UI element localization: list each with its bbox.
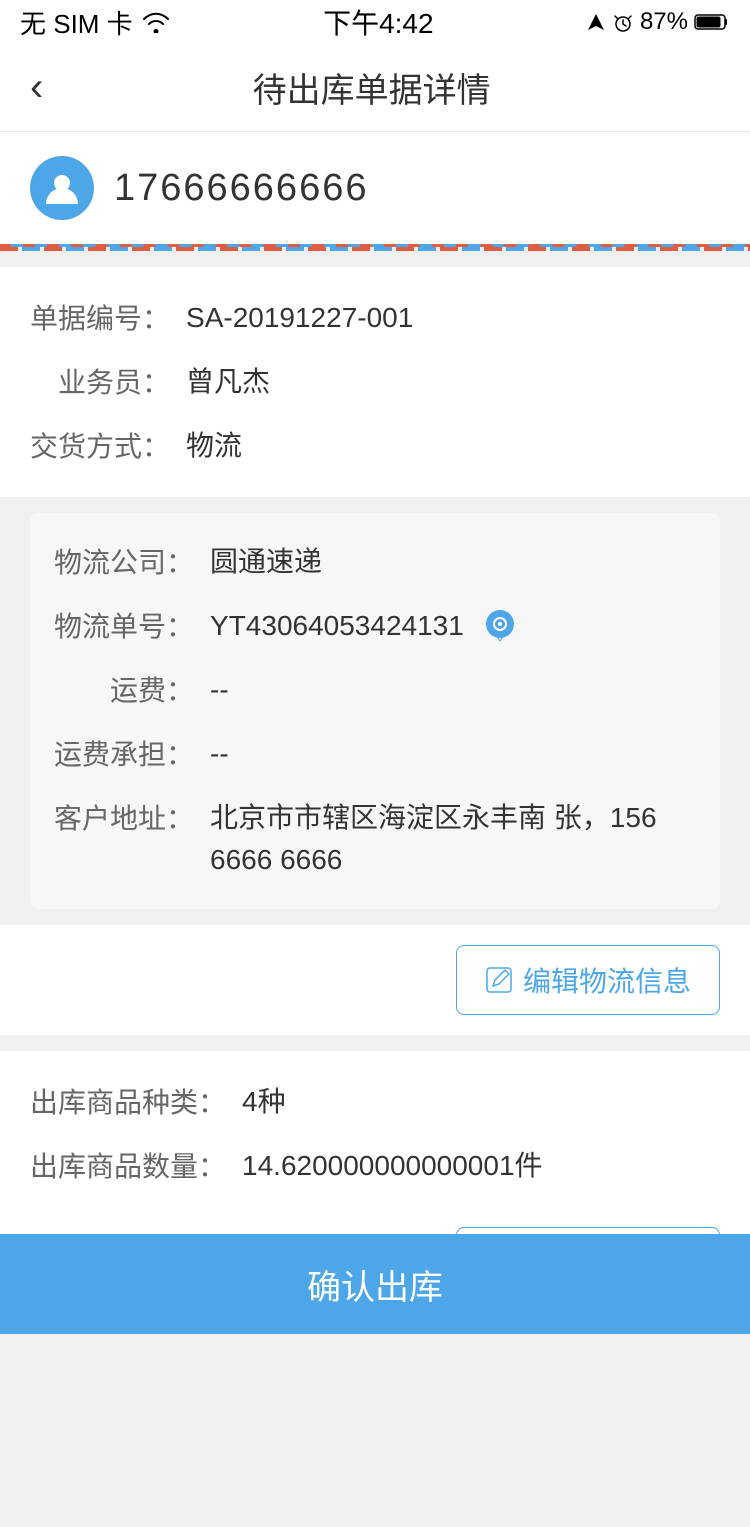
tracking-label: 物流单号： — [54, 605, 194, 645]
freight-bearer-row: 运费承担： -- — [54, 733, 696, 775]
user-icon — [42, 168, 82, 208]
alarm-icon — [612, 11, 634, 33]
types-label: 出库商品种类： — [30, 1081, 226, 1121]
dashed-divider — [0, 247, 750, 251]
delivery-row: 交货方式： 物流 — [30, 425, 720, 467]
edit-icon — [485, 966, 513, 994]
company-label: 物流公司： — [54, 541, 194, 581]
delivery-value: 物流 — [170, 425, 720, 467]
address-label: 客户地址： — [54, 797, 194, 837]
address-row: 客户地址： 北京市市辖区海淀区永丰南 张，156 6666 6666 — [54, 797, 696, 881]
status-right: 87% — [586, 8, 730, 36]
location-arrow-icon — [586, 12, 606, 32]
avatar — [30, 156, 94, 220]
freight-bearer-label: 运费承担： — [54, 733, 194, 773]
edit-logistics-label: 编辑物流信息 — [523, 960, 691, 1000]
edit-btn-container: 编辑物流信息 — [0, 925, 750, 1035]
nav-bar: ‹ 待出库单据详情 — [0, 44, 750, 132]
battery-icon — [694, 13, 730, 31]
back-button[interactable]: ‹ — [30, 65, 43, 110]
salesman-row: 业务员： 曾凡杰 — [30, 361, 720, 403]
confirm-btn-label: 确认出库 — [307, 1260, 443, 1309]
stats-section: 出库商品种类： 4种 出库商品数量： 14.620000000000001件 — [0, 1051, 750, 1217]
status-bar: 无 SIM 卡 下午4:42 87% — [0, 0, 750, 44]
address-value: 北京市市辖区海淀区永丰南 张，156 6666 6666 — [194, 797, 696, 881]
freight-row: 运费： -- — [54, 669, 696, 711]
user-phone: 17666666666 — [114, 167, 368, 210]
types-value: 4种 — [226, 1081, 720, 1123]
company-row: 物流公司： 圆通速递 — [54, 541, 696, 583]
tracking-number: YT43064053424131 — [210, 605, 464, 647]
delivery-label: 交货方式： — [30, 425, 170, 465]
order-no-row: 单据编号： SA-20191227-001 — [30, 297, 720, 339]
wifi-icon — [141, 11, 171, 33]
quantity-value: 14.620000000000001件 — [226, 1145, 720, 1187]
bottom-spacer — [0, 1327, 750, 1527]
status-left: 无 SIM 卡 — [20, 4, 171, 41]
freight-label: 运费： — [54, 669, 194, 709]
status-time: 下午4:42 — [323, 2, 434, 42]
quantity-label: 出库商品数量： — [30, 1145, 226, 1185]
section-separator-1 — [0, 1035, 750, 1051]
order-no-label: 单据编号： — [30, 297, 170, 337]
order-no-value: SA-20191227-001 — [170, 297, 720, 339]
tracking-location-button[interactable] — [480, 606, 520, 646]
company-value: 圆通速递 — [194, 541, 696, 583]
page-title: 待出库单据详情 — [63, 63, 680, 112]
tracking-row: 物流单号： YT43064053424131 — [54, 605, 696, 647]
confirm-btn-bar[interactable]: 确认出库 — [0, 1234, 750, 1334]
freight-value: -- — [194, 669, 696, 711]
freight-bearer-value: -- — [194, 733, 696, 775]
user-header: 17666666666 — [0, 132, 750, 247]
salesman-value: 曾凡杰 — [170, 361, 720, 403]
salesman-label: 业务员： — [30, 361, 170, 401]
quantity-row: 出库商品数量： 14.620000000000001件 — [30, 1145, 720, 1187]
edit-logistics-button[interactable]: 编辑物流信息 — [456, 945, 720, 1015]
tracking-value: YT43064053424131 — [194, 605, 696, 647]
types-row: 出库商品种类： 4种 — [30, 1081, 720, 1123]
battery-text: 87% — [640, 8, 688, 36]
carrier-text: 无 SIM 卡 — [20, 4, 133, 41]
order-info-section: 单据编号： SA-20191227-001 业务员： 曾凡杰 交货方式： 物流 — [0, 267, 750, 497]
logistics-card: 物流公司： 圆通速递 物流单号： YT43064053424131 运费： --… — [30, 513, 720, 909]
